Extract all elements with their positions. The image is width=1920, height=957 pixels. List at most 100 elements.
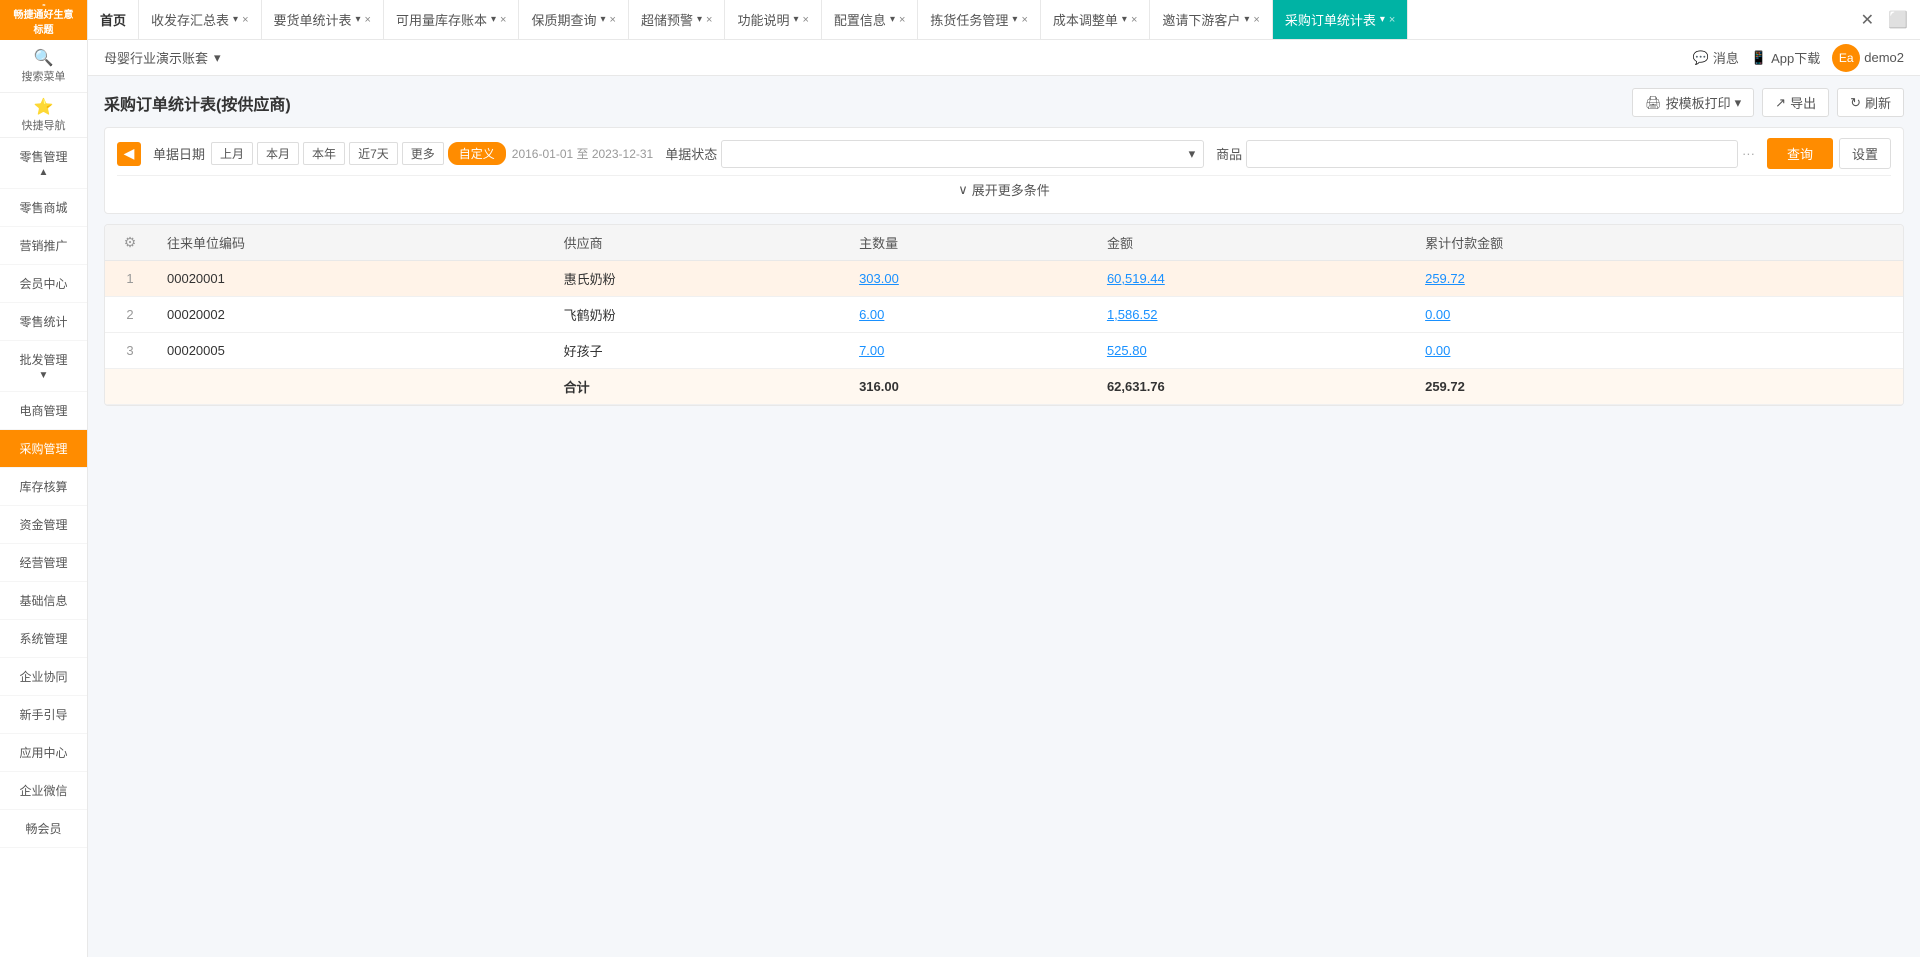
sidebar-item-label: 企业协同: [19, 668, 67, 685]
sidebar-item-capital-mgmt[interactable]: 资金管理: [0, 506, 87, 544]
sidebar-item-label: 零售商城: [19, 199, 67, 216]
chevron-down-icon: ▾: [793, 14, 798, 25]
tab-config-info-label: 配置信息: [834, 10, 886, 29]
tab-config-info[interactable]: 配置信息 ▾ ×: [822, 0, 918, 39]
close-icon[interactable]: ×: [1131, 14, 1137, 26]
sidebar-item-member-center[interactable]: 会员中心: [0, 265, 87, 303]
quick-nav[interactable]: ⭐ 快捷导航: [0, 93, 87, 138]
sidebar-item-system-mgmt[interactable]: 系统管理: [0, 620, 87, 658]
sidebar-item-label: 营销推广: [19, 237, 67, 254]
close-icon[interactable]: ×: [802, 14, 808, 26]
sidebar-item-marketing[interactable]: 营销推广: [0, 227, 87, 265]
amount-link[interactable]: 60,519.44: [1107, 271, 1165, 286]
query-button[interactable]: 查询: [1767, 138, 1833, 169]
close-icon[interactable]: ×: [706, 14, 712, 26]
tab-cost-adjust[interactable]: 成本调整单 ▾ ×: [1041, 0, 1150, 39]
chevron-down-icon: ▾: [1189, 146, 1196, 162]
close-icon[interactable]: ×: [899, 14, 905, 26]
tab-invite-downstream-label: 邀请下游客户: [1162, 10, 1240, 29]
paid-link[interactable]: 0.00: [1425, 307, 1450, 322]
sidebar-item-member[interactable]: 畅会员: [0, 810, 87, 848]
settings-icon[interactable]: ⚙: [124, 234, 137, 250]
tab-purchase-stats[interactable]: 要货单统计表 ▾ ×: [262, 0, 384, 39]
sidebar-item-inventory-check[interactable]: 库存核算: [0, 468, 87, 506]
sidebar-item-ecommerce-mgmt[interactable]: 电商管理: [0, 392, 87, 430]
page-header: 采购订单统计表(按供应商) 🖨 按模板打印 ▾ ↗ 导出 ↻ 刷新: [104, 88, 1904, 117]
sidebar-item-operations-mgmt[interactable]: 经营管理: [0, 544, 87, 582]
status-select[interactable]: ▾: [721, 140, 1204, 168]
product-input[interactable]: [1246, 140, 1738, 168]
sidebar-item-label: 零售统计: [19, 313, 67, 330]
tab-collect-send[interactable]: 收发存汇总表 ▾ ×: [139, 0, 261, 39]
last-month-btn[interactable]: 上月: [211, 142, 253, 165]
footer-extra: [1810, 369, 1903, 405]
tab-home[interactable]: 首页: [88, 0, 139, 39]
sidebar-item-retail-mgmt[interactable]: 零售管理 ▲: [0, 138, 87, 189]
refresh-button[interactable]: ↻ 刷新: [1837, 88, 1904, 117]
product-filter-group: 商品 ···: [1216, 140, 1755, 168]
tab-overstock-alert[interactable]: 超储预警 ▾ ×: [629, 0, 725, 39]
amount-link[interactable]: 1,586.52: [1107, 307, 1158, 322]
export-button[interactable]: ↗ 导出: [1762, 88, 1829, 117]
paid-link[interactable]: 259.72: [1425, 271, 1465, 286]
close-icon[interactable]: ×: [365, 14, 371, 26]
footer-paid-amount: 259.72: [1413, 369, 1810, 405]
sidebar-item-label: 畅会员: [25, 820, 61, 837]
chevron-down-icon: ∨: [958, 182, 968, 198]
tab-shelf-life[interactable]: 保质期查询 ▾ ×: [519, 0, 628, 39]
settings-button[interactable]: 设置: [1839, 138, 1891, 169]
window-close-button[interactable]: ✕: [1857, 6, 1878, 34]
date-shortcuts: 上月 本月 本年 近7天 更多 自定义: [211, 142, 506, 165]
sidebar-item-new-guide[interactable]: 新手引导: [0, 696, 87, 734]
sidebar-item-enterprise-collab[interactable]: 企业协同: [0, 658, 87, 696]
close-icon[interactable]: ×: [242, 14, 248, 26]
print-button[interactable]: 🖨 按模板打印 ▾: [1632, 88, 1754, 117]
sidebar-item-basic-info[interactable]: 基础信息: [0, 582, 87, 620]
message-btn[interactable]: 💬 消息: [1693, 48, 1739, 67]
sidebar-item-enterprise-wechat[interactable]: 企业微信: [0, 772, 87, 810]
row-partner-code: 00020002: [155, 297, 552, 333]
this-year-btn[interactable]: 本年: [303, 142, 345, 165]
this-month-btn[interactable]: 本月: [257, 142, 299, 165]
footer-main-qty: 316.00: [847, 369, 1095, 405]
filter-toggle-button[interactable]: ◀: [117, 142, 141, 166]
qty-link[interactable]: 303.00: [859, 271, 899, 286]
sidebar-item-wholesale-mgmt[interactable]: 批发管理 ▼: [0, 341, 87, 392]
close-icon[interactable]: ×: [610, 14, 616, 26]
workspace-selector[interactable]: 母婴行业演示账套 ▾: [104, 48, 221, 67]
tab-pickup-task[interactable]: 拣货任务管理 ▾ ×: [918, 0, 1040, 39]
last-7-days-btn[interactable]: 近7天: [349, 142, 398, 165]
tab-purchase-order-stats[interactable]: 采购订单统计表 ▾ ×: [1273, 0, 1408, 39]
sidebar-item-purchase-mgmt[interactable]: 采购管理: [0, 430, 87, 468]
chevron-down-icon: ▾: [1380, 14, 1385, 25]
window-maximize-button[interactable]: ⬜: [1884, 6, 1912, 34]
sidebar-item-retail-stats[interactable]: 零售统计: [0, 303, 87, 341]
close-icon[interactable]: ×: [1253, 14, 1259, 26]
more-filters-button[interactable]: ∨ 展开更多条件: [117, 175, 1891, 203]
more-dates-btn[interactable]: 更多: [402, 142, 444, 165]
print-label: 按模板打印: [1666, 93, 1731, 112]
close-icon[interactable]: ×: [1021, 14, 1027, 26]
app-download-btn[interactable]: 📱 App下载: [1751, 48, 1820, 67]
data-table: ⚙ 往来单位编码 供应商 主数量 金额 累计付款金额 1 00020001: [105, 225, 1903, 405]
search-menu[interactable]: 🔍 搜索菜单: [0, 40, 87, 93]
tab-function-desc[interactable]: 功能说明 ▾ ×: [725, 0, 821, 39]
col-settings[interactable]: ⚙: [105, 225, 155, 261]
tab-available-stock[interactable]: 可用量库存账本 ▾ ×: [384, 0, 519, 39]
qty-link[interactable]: 7.00: [859, 343, 884, 358]
custom-date-btn[interactable]: 自定义: [448, 142, 506, 165]
table-row: 3 00020005 好孩子 7.00 525.80 0.00: [105, 333, 1903, 369]
more-icon[interactable]: ···: [1742, 146, 1755, 161]
sidebar-item-app-center[interactable]: 应用中心: [0, 734, 87, 772]
sidebar-item-label: 系统管理: [19, 630, 67, 647]
tab-invite-downstream[interactable]: 邀请下游客户 ▾ ×: [1150, 0, 1272, 39]
sidebar-item-retail-store[interactable]: 零售商城: [0, 189, 87, 227]
chevron-down-icon: ▾: [1122, 14, 1127, 25]
qty-link[interactable]: 6.00: [859, 307, 884, 322]
close-icon[interactable]: ×: [500, 14, 506, 26]
row-partner-code: 00020001: [155, 261, 552, 297]
user-profile-btn[interactable]: Ea demo2: [1832, 44, 1904, 72]
paid-link[interactable]: 0.00: [1425, 343, 1450, 358]
amount-link[interactable]: 525.80: [1107, 343, 1147, 358]
close-icon[interactable]: ×: [1389, 14, 1395, 26]
